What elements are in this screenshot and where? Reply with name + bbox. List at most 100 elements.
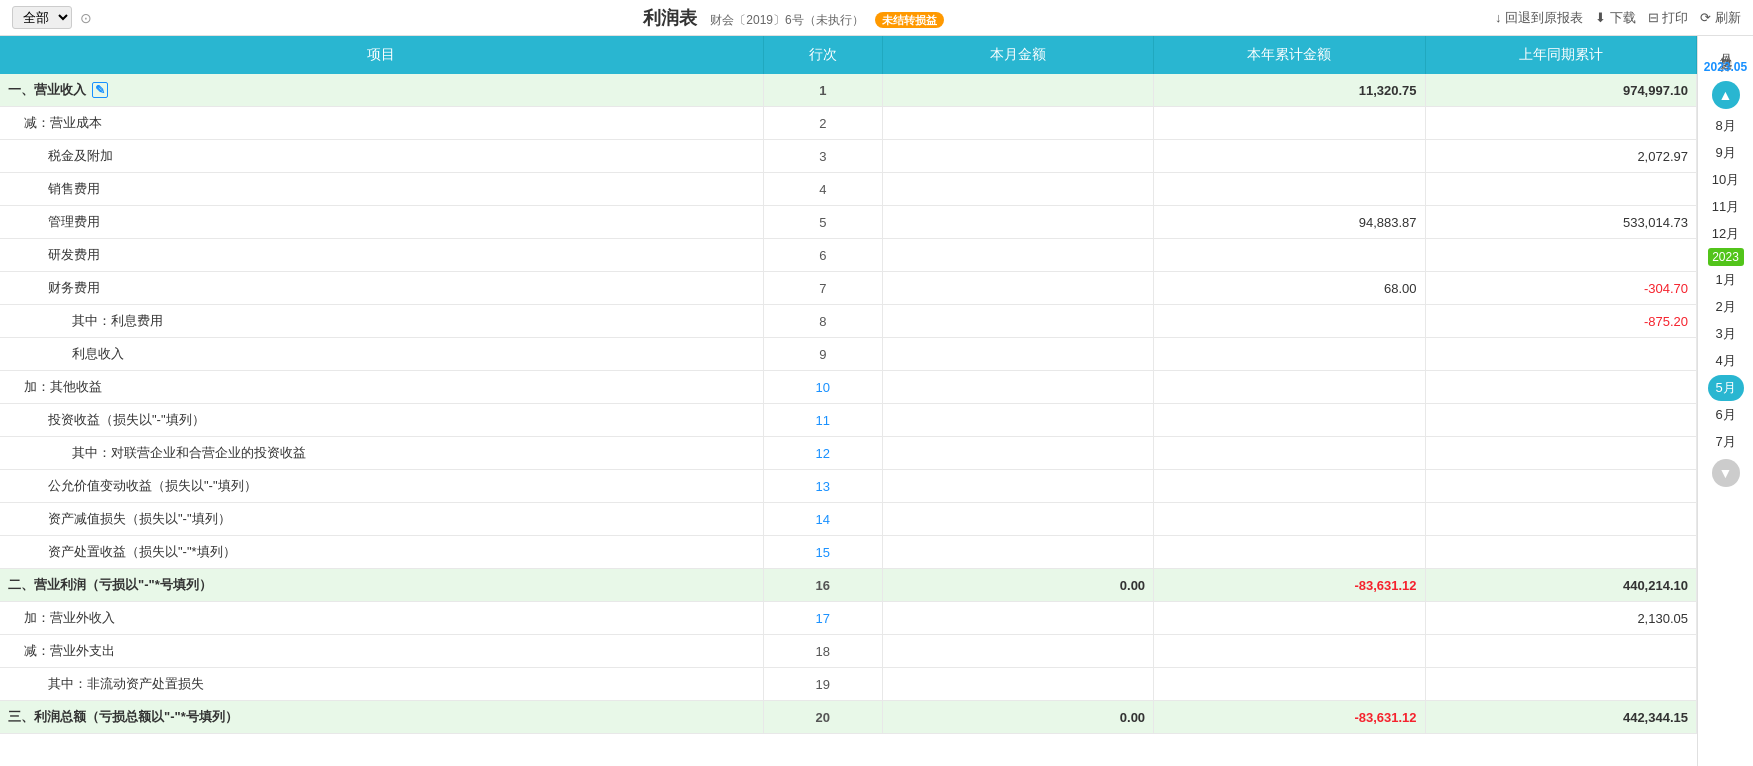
current-month-amount: [882, 371, 1153, 404]
top-bar-right: ↓ 回退到原报表 ⬇ 下载 ⊟ 打印 ⟳ 刷新: [1495, 9, 1741, 27]
year-total-amount: [1154, 107, 1425, 140]
sidebar-month-item[interactable]: 7月: [1708, 429, 1744, 455]
row-number: 8: [763, 305, 882, 338]
current-month-amount: [882, 503, 1153, 536]
row-number[interactable]: 15: [763, 536, 882, 569]
last-year-total-amount: [1425, 503, 1696, 536]
refresh-button[interactable]: ⟳ 刷新: [1700, 9, 1741, 27]
year-total-amount: [1154, 635, 1425, 668]
year-total-amount: [1154, 371, 1425, 404]
row-number[interactable]: 11: [763, 404, 882, 437]
sidebar-month-item[interactable]: 9月: [1708, 140, 1744, 166]
sidebar-month-item[interactable]: 10月: [1708, 167, 1744, 193]
year-total-amount: [1154, 668, 1425, 701]
sidebar-month-item[interactable]: 8月: [1708, 113, 1744, 139]
sidebar-month-item[interactable]: 1月: [1708, 267, 1744, 293]
sidebar-month-item[interactable]: 2月: [1708, 294, 1744, 320]
year-total-amount: [1154, 602, 1425, 635]
current-month-amount: [882, 470, 1153, 503]
row-name: 管理费用: [0, 206, 763, 239]
year-total-amount: 11,320.75: [1154, 74, 1425, 107]
row-number[interactable]: 10: [763, 371, 882, 404]
last-year-total-amount: [1425, 239, 1696, 272]
last-year-total-amount: -875.20: [1425, 305, 1696, 338]
year-total-amount: [1154, 437, 1425, 470]
row-number: 20: [763, 701, 882, 734]
table-row: 销售费用4: [0, 173, 1697, 206]
table-row: 资产处置收益（损失以"-"*填列）15: [0, 536, 1697, 569]
last-year-total-amount: 533,014.73: [1425, 206, 1696, 239]
last-year-total-amount: [1425, 437, 1696, 470]
nav-down-arrow[interactable]: ▼: [1712, 459, 1740, 487]
row-number: 16: [763, 569, 882, 602]
scope-select[interactable]: 全部: [12, 6, 72, 29]
current-month-amount: [882, 140, 1153, 173]
row-name: 三、利润总额（亏损总额以"-"*号填列）: [0, 701, 763, 734]
table-header-row: 项目 行次 本月金额 本年累计金额 上年同期累计: [0, 36, 1697, 74]
row-name: 其中：非流动资产处置损失: [0, 668, 763, 701]
sidebar-month-item[interactable]: 11月: [1708, 194, 1744, 220]
row-name: 二、营业利润（亏损以"-"*号填列）: [0, 569, 763, 602]
edit-icon[interactable]: ✎: [92, 82, 108, 98]
year-total-amount: [1154, 239, 1425, 272]
sidebar-month-item[interactable]: 2023: [1708, 248, 1744, 266]
last-year-total-amount: [1425, 536, 1696, 569]
row-number[interactable]: 17: [763, 602, 882, 635]
year-total-amount: [1154, 338, 1425, 371]
row-number[interactable]: 12: [763, 437, 882, 470]
row-name: 研发费用: [0, 239, 763, 272]
table-row: 利息收入9: [0, 338, 1697, 371]
row-name: 公允价值变动收益（损失以"-"填列）: [0, 470, 763, 503]
current-month-amount: 0.00: [882, 569, 1153, 602]
current-month-amount: [882, 635, 1153, 668]
unfinished-badge: 未结转损益: [875, 12, 944, 28]
last-year-total-amount: 974,997.10: [1425, 74, 1696, 107]
table-row: 加：营业外收入172,130.05: [0, 602, 1697, 635]
sidebar-month-item[interactable]: 6月: [1708, 402, 1744, 428]
current-month-amount: [882, 602, 1153, 635]
row-number: 18: [763, 635, 882, 668]
row-number[interactable]: 13: [763, 470, 882, 503]
sidebar-month-item[interactable]: 4月: [1708, 348, 1744, 374]
row-number: 4: [763, 173, 882, 206]
last-year-total-amount: [1425, 107, 1696, 140]
current-month-amount: [882, 305, 1153, 338]
back-button[interactable]: ↓ 回退到原报表: [1495, 9, 1583, 27]
row-number: 9: [763, 338, 882, 371]
report-title: 利润表: [643, 8, 697, 28]
nav-up-arrow[interactable]: ▲: [1712, 81, 1740, 109]
sidebar-month-item[interactable]: 3月: [1708, 321, 1744, 347]
sidebar-title: 月份选择: [1717, 44, 1734, 52]
col-header-lastyear: 上年同期累计: [1425, 36, 1696, 74]
download-button[interactable]: ⬇ 下载: [1595, 9, 1636, 27]
row-number: 1: [763, 74, 882, 107]
sidebar-month-item[interactable]: 12月: [1708, 221, 1744, 247]
year-total-amount: 68.00: [1154, 272, 1425, 305]
current-month-amount: [882, 272, 1153, 305]
report-meta: 财会〔2019〕6号（未执行）: [710, 13, 863, 27]
year-total-amount: [1154, 305, 1425, 338]
table-row: 管理费用594,883.87533,014.73: [0, 206, 1697, 239]
last-year-total-amount: [1425, 470, 1696, 503]
last-year-total-amount: -304.70: [1425, 272, 1696, 305]
year-total-amount: 94,883.87: [1154, 206, 1425, 239]
table-area: 项目 行次 本月金额 本年累计金额 上年同期累计 一、营业收入✎111,320.…: [0, 36, 1697, 766]
last-year-total-amount: [1425, 338, 1696, 371]
table-row: 一、营业收入✎111,320.75974,997.10: [0, 74, 1697, 107]
table-row: 其中：利息费用8-875.20: [0, 305, 1697, 338]
row-name: 销售费用: [0, 173, 763, 206]
current-month-amount: [882, 74, 1153, 107]
row-number: 19: [763, 668, 882, 701]
col-header-year: 本年累计金额: [1154, 36, 1425, 74]
last-year-total-amount: 2,130.05: [1425, 602, 1696, 635]
year-total-amount: [1154, 503, 1425, 536]
table-row: 二、营业利润（亏损以"-"*号填列）160.00-83,631.12440,21…: [0, 569, 1697, 602]
help-icon[interactable]: ⊙: [80, 10, 92, 26]
print-button[interactable]: ⊟ 打印: [1648, 9, 1689, 27]
top-bar-center: 利润表 财会〔2019〕6号（未执行） 未结转损益: [643, 6, 943, 30]
sidebar-month-item[interactable]: 5月: [1708, 375, 1744, 401]
table-row: 减：营业外支出18: [0, 635, 1697, 668]
col-header-rownum: 行次: [763, 36, 882, 74]
row-name: 投资收益（损失以"-"填列）: [0, 404, 763, 437]
row-number[interactable]: 14: [763, 503, 882, 536]
